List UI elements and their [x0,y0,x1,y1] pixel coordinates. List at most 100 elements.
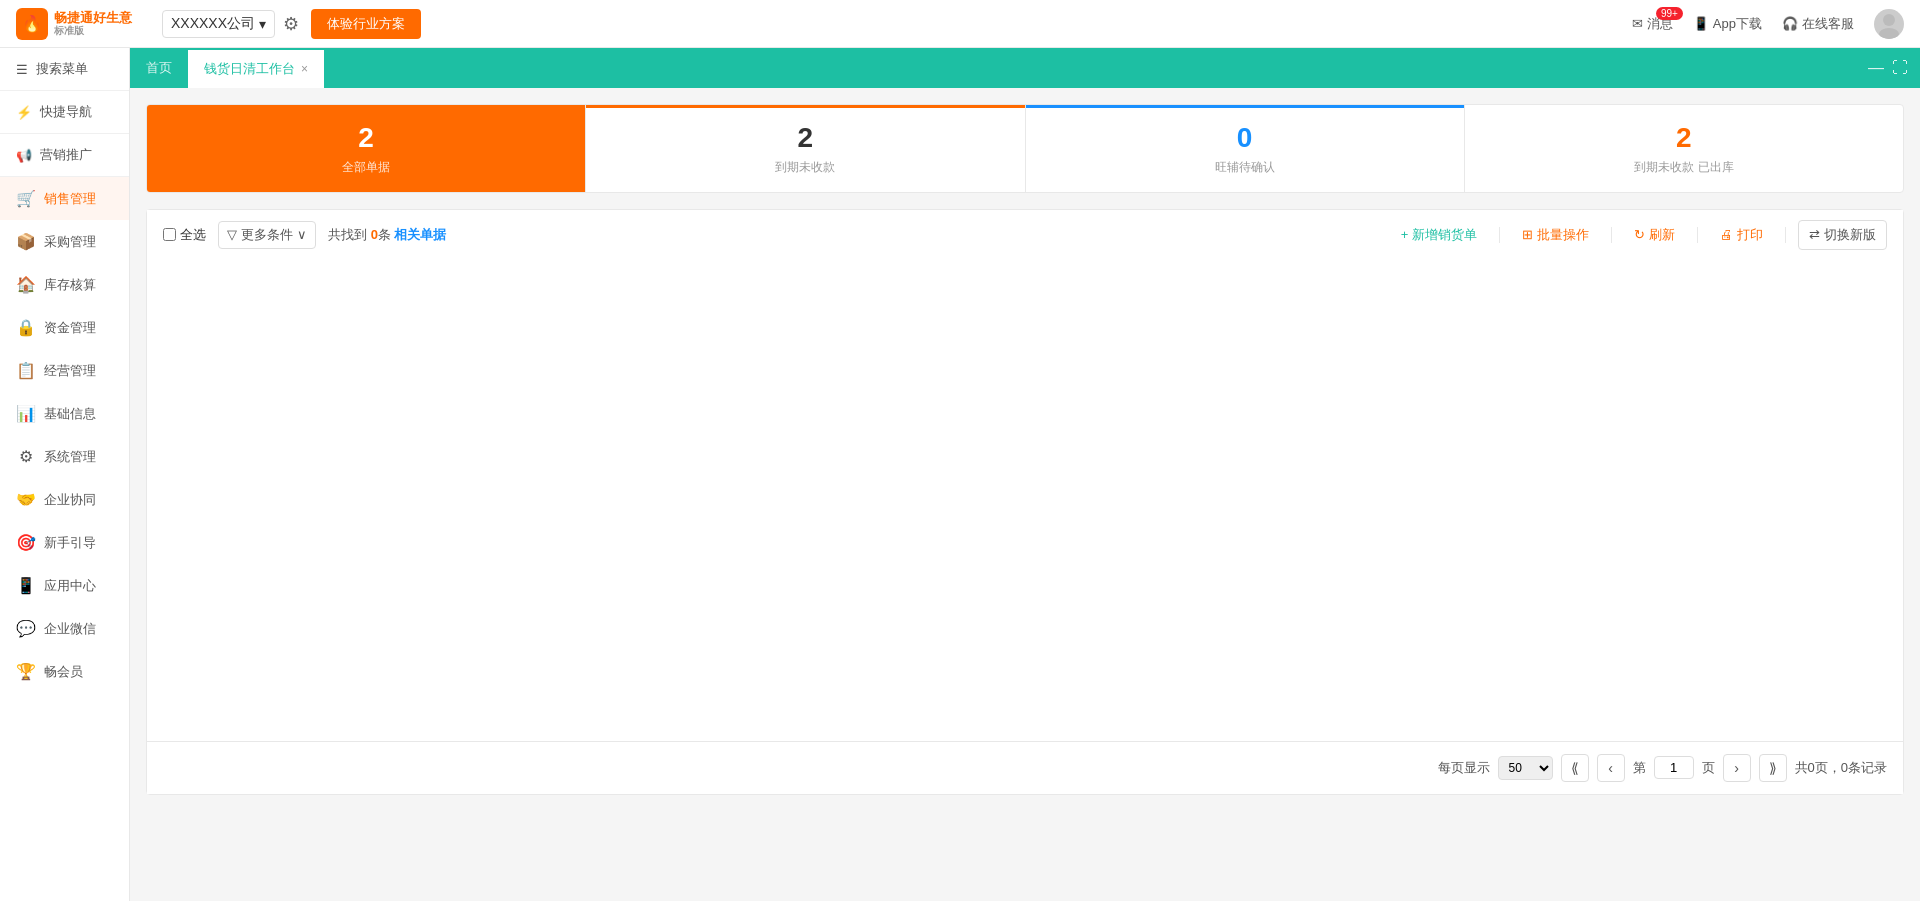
sidebar-label-1: 采购管理 [44,233,96,251]
sidebar-label-4: 经营管理 [44,362,96,380]
settings-icon[interactable]: ⚙ [283,13,299,35]
related-link[interactable]: 相关单据 [394,227,446,242]
refresh-icon: ↻ [1634,227,1645,242]
sidebar-item-5[interactable]: 📊 基础信息 [0,392,129,435]
app-download-button[interactable]: 📱 App下载 [1693,15,1762,33]
sidebar-icon-4: 📋 [16,361,36,380]
sidebar-label-11: 畅会员 [44,663,83,681]
sidebar-icon-5: 📊 [16,404,36,423]
page-suffix: 页 [1702,759,1715,777]
stat-wangfu[interactable]: 0 旺辅待确认 [1026,105,1465,192]
online-service-label: 在线客服 [1802,15,1854,33]
sidebar-label-3: 资金管理 [44,319,96,337]
search-menu[interactable]: ☰ 搜索菜单 [0,48,129,91]
stat-wangfu-bar [1026,105,1464,108]
prev-page-button[interactable]: ‹ [1597,754,1625,782]
maximize-icon[interactable]: ⛶ [1892,59,1908,77]
marketing[interactable]: 📢 营销推广 [0,134,129,177]
print-label: 打印 [1737,226,1763,244]
svg-point-1 [1879,28,1899,39]
sidebar-item-4[interactable]: 📋 经营管理 [0,349,129,392]
stat-overdue-out[interactable]: 2 到期未收款 已出库 [1465,105,1903,192]
batch-label: 批量操作 [1537,226,1589,244]
sidebar-icon-7: 🤝 [16,490,36,509]
app-download-label: App下载 [1713,15,1762,33]
sidebar-item-10[interactable]: 💬 企业微信 [0,607,129,650]
switch-button[interactable]: ⇄ 切换新版 [1798,220,1887,250]
stat-overdue-out-label: 到期未收款 已出库 [1485,159,1883,176]
sidebar-icon-10: 💬 [16,619,36,638]
tab-close-icon[interactable]: × [301,62,308,76]
select-all-label: 全选 [180,226,206,244]
top-right-area: ✉ 消息 99+ 📱 App下载 🎧 在线客服 [1632,9,1904,39]
stat-wangfu-num: 0 [1046,121,1444,155]
sidebar: ☰ 搜索菜单 ⚡ 快捷导航 📢 营销推广 🛒 销售管理 📦 采购管理 🏠 库存核… [0,48,130,901]
refresh-label: 刷新 [1649,226,1675,244]
tab-home[interactable]: 首页 [130,48,188,88]
sidebar-items: 🛒 销售管理 📦 采购管理 🏠 库存核算 🔒 资金管理 📋 经营管理 📊 基础信… [0,177,129,693]
stat-all-num: 2 [167,121,565,155]
first-page-button[interactable]: ⟪ [1561,754,1589,782]
sidebar-item-6[interactable]: ⚙ 系统管理 [0,435,129,478]
sidebar-item-8[interactable]: 🎯 新手引导 [0,521,129,564]
avatar[interactable] [1874,9,1904,39]
per-page-label: 每页显示 [1438,759,1490,777]
quick-nav[interactable]: ⚡ 快捷导航 [0,91,129,134]
stat-all[interactable]: 2 全部单据 [147,105,586,192]
stat-overdue-out-num: 2 [1485,121,1883,155]
stat-wangfu-label: 旺辅待确认 [1046,159,1444,176]
divider3 [1697,227,1698,243]
sidebar-item-11[interactable]: 🏆 畅会员 [0,650,129,693]
filter-button[interactable]: ▽ 更多条件 ∨ [218,221,316,249]
tab-workbench[interactable]: 钱货日清工作台 × [188,48,324,88]
logo-sub: 标准版 [54,25,132,37]
sidebar-item-3[interactable]: 🔒 资金管理 [0,306,129,349]
sidebar-label-2: 库存核算 [44,276,96,294]
filter-label: 更多条件 [241,226,293,244]
batch-button[interactable]: ⊞ 批量操作 [1512,221,1599,249]
sidebar-label-9: 应用中心 [44,577,96,595]
sidebar-icon-0: 🛒 [16,189,36,208]
filter-icon: ▽ [227,227,237,242]
tab-home-label: 首页 [146,59,172,77]
last-page-button[interactable]: ⟫ [1759,754,1787,782]
search-menu-label: 搜索菜单 [36,60,88,78]
logo-area: 🔥 畅捷通好生意 标准版 [16,8,146,40]
stat-all-label: 全部单据 [167,159,565,176]
refresh-button[interactable]: ↻ 刷新 [1624,221,1685,249]
top-bar: 🔥 畅捷通好生意 标准版 XXXXXX公司 ▾ ⚙ 体验行业方案 ✉ 消息 99… [0,0,1920,48]
logo-main: 畅捷通好生意 [54,10,132,26]
headset-icon: 🎧 [1782,16,1798,31]
message-button[interactable]: ✉ 消息 99+ [1632,15,1673,33]
sidebar-item-1[interactable]: 📦 采购管理 [0,220,129,263]
online-service-button[interactable]: 🎧 在线客服 [1782,15,1854,33]
table-area: 全选 ▽ 更多条件 ∨ 共找到 0条 相关单据 + 新增销货单 ⊞ 批量操作 ↻ [146,209,1904,795]
page-input[interactable] [1654,756,1694,779]
add-sale-button[interactable]: + 新增销货单 [1391,221,1487,249]
sidebar-icon-8: 🎯 [16,533,36,552]
tab-workbench-label: 钱货日清工作台 [204,60,295,78]
sidebar-item-9[interactable]: 📱 应用中心 [0,564,129,607]
sidebar-label-6: 系统管理 [44,448,96,466]
pagination-bar: 每页显示 50 100 200 ⟪ ‹ 第 页 › ⟫ 共0页，0条记录 [147,741,1903,794]
stat-overdue-label: 到期未收款 [606,159,1004,176]
next-page-button[interactable]: › [1723,754,1751,782]
sidebar-item-0[interactable]: 🛒 销售管理 [0,177,129,220]
per-page-select[interactable]: 50 100 200 [1498,756,1553,780]
minimize-icon[interactable]: — [1868,59,1884,77]
company-selector[interactable]: XXXXXX公司 ▾ [162,10,275,38]
sidebar-item-2[interactable]: 🏠 库存核算 [0,263,129,306]
sidebar-item-7[interactable]: 🤝 企业协同 [0,478,129,521]
select-all-input[interactable] [163,228,176,241]
batch-icon: ⊞ [1522,227,1533,242]
stats-row: 2 全部单据 2 到期未收款 0 旺辅待确认 2 到期未收款 已出库 [146,104,1904,193]
search-icon: ☰ [16,62,28,77]
experience-button[interactable]: 体验行业方案 [311,9,421,39]
sidebar-icon-6: ⚙ [16,447,36,466]
stat-overdue[interactable]: 2 到期未收款 [586,105,1025,192]
print-button[interactable]: 🖨 打印 [1710,221,1773,249]
download-icon: 📱 [1693,16,1709,31]
select-all-checkbox[interactable]: 全选 [163,226,206,244]
message-badge: 99+ [1656,7,1683,20]
quick-nav-label: 快捷导航 [40,103,92,121]
